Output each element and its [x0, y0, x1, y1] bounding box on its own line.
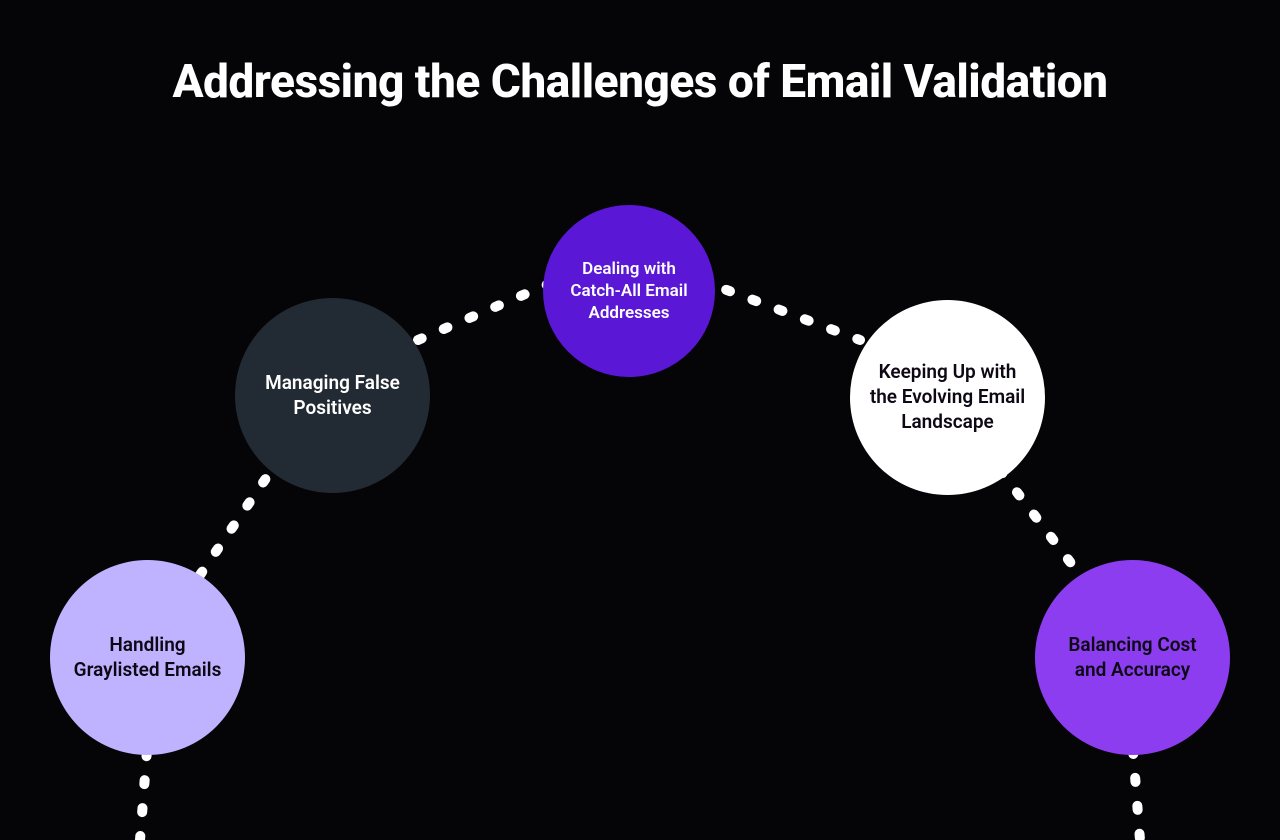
arc-diagram: Handling Graylisted Emails Managing Fals… — [0, 0, 1280, 840]
node-false-positives: Managing False Positives — [235, 298, 430, 493]
connector-tail-left — [140, 750, 147, 840]
node-catch-all: Dealing with Catch-All Email Addresses — [543, 205, 715, 377]
connector-4-5 — [1000, 470, 1080, 575]
node-cost-accuracy: Balancing Cost and Accuracy — [1035, 560, 1230, 755]
node-evolving-landscape: Keeping Up with the Evolving Email Lands… — [850, 300, 1045, 495]
node-label: Managing False Positives — [253, 371, 412, 420]
connector-2-3 — [418, 280, 558, 340]
node-label: Dealing with Catch-All Email Addresses — [561, 258, 697, 324]
node-label: Keeping Up with the Evolving Email Lands… — [868, 360, 1027, 434]
connector-3-4 — [700, 280, 860, 340]
node-graylisted-emails: Handling Graylisted Emails — [50, 560, 245, 755]
node-label: Handling Graylisted Emails — [68, 633, 227, 682]
connector-1-2 — [200, 465, 275, 575]
connector-tail-right — [1133, 750, 1140, 840]
node-label: Balancing Cost and Accuracy — [1053, 633, 1212, 682]
